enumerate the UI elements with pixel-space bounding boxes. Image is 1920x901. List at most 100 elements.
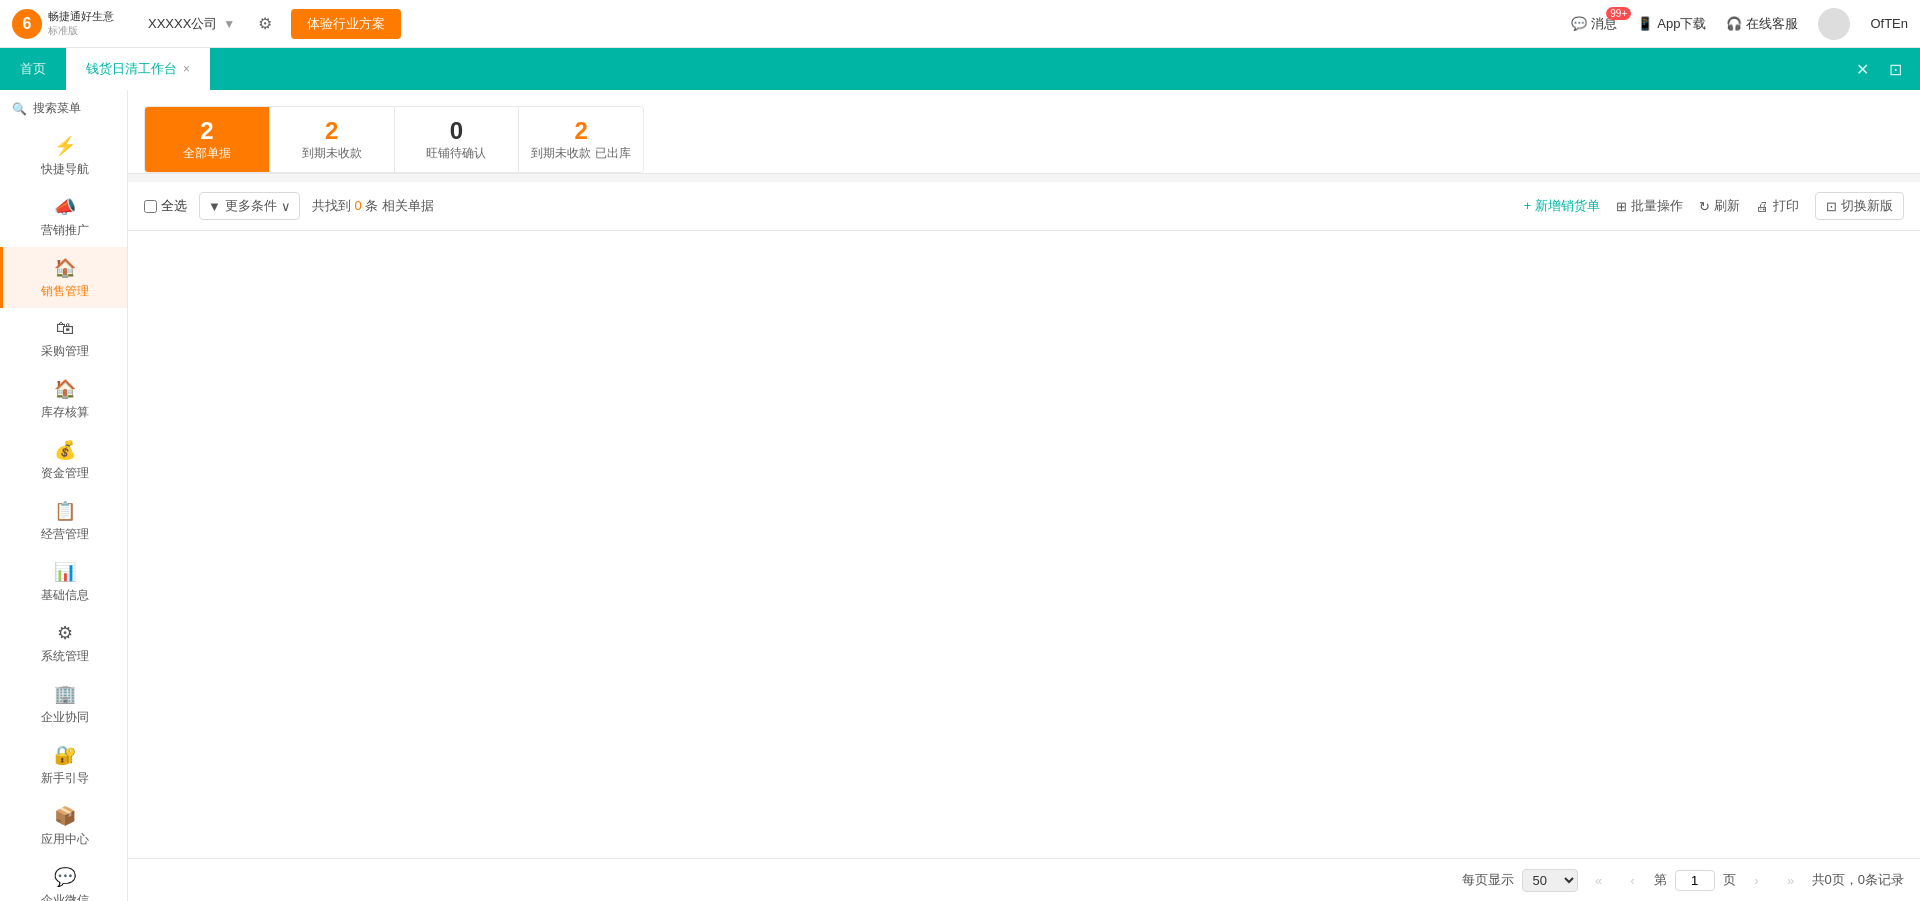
next-page-button[interactable]: › [1744, 867, 1770, 893]
next-page-icon: › [1754, 873, 1758, 888]
sidebar-item-system[interactable]: ⚙ 系统管理 [0, 612, 127, 673]
tab-dashboard[interactable]: 钱货日清工作台 × [66, 48, 210, 90]
toolbar-right: + 新增销货单 ⊞ 批量操作 ↻ 刷新 🖨 打印 ⊡ 切换新版 [1524, 192, 1904, 220]
filter-button[interactable]: ▼ 更多条件 ∨ [199, 192, 300, 220]
sidebar-item-basic[interactable]: 📊 基础信息 [0, 551, 127, 612]
select-all-checkbox[interactable]: 全选 [144, 197, 187, 215]
print-label: 打印 [1773, 197, 1799, 215]
sidebar-item-label: 系统管理 [41, 648, 89, 665]
sidebar-item-label: 资金管理 [41, 465, 89, 482]
add-sale-order-button[interactable]: + 新增销货单 [1524, 197, 1600, 215]
batch-label: 批量操作 [1631, 197, 1683, 215]
nav-tab-actions: ✕ ⊡ [1850, 60, 1920, 79]
count-unit: 条 [365, 198, 378, 213]
sidebar-item-label: 采购管理 [41, 343, 89, 360]
pagination: 每页显示 50 10 20 100 « ‹ 第 页 › » 共0页，0条记录 [128, 858, 1920, 901]
stat-label-pending: 旺铺待确认 [426, 146, 486, 160]
select-all-input[interactable] [144, 200, 157, 213]
print-button[interactable]: 🖨 打印 [1756, 197, 1799, 215]
service-icon: 🎧 [1726, 16, 1742, 31]
marketing-icon: 📣 [54, 196, 76, 218]
switch-icon: ⊡ [1826, 199, 1837, 214]
sidebar-item-operation[interactable]: 📋 经营管理 [0, 490, 127, 551]
message-icon: 💬 [1571, 16, 1587, 31]
sidebar-item-quick-nav[interactable]: ⚡ 快捷导航 [0, 125, 127, 186]
inventory-icon: 🏠 [54, 378, 76, 400]
page-size-select[interactable]: 50 10 20 100 [1522, 869, 1578, 892]
stat-label-all: 全部单据 [183, 146, 231, 160]
message-badge: 99+ [1606, 7, 1631, 20]
sidebar-item-appcenter[interactable]: 📦 应用中心 [0, 795, 127, 856]
filter-icon: ▼ [208, 199, 221, 214]
logo-sub: 标准版 [48, 24, 114, 38]
stat-tab-pending[interactable]: 0 旺铺待确认 [395, 107, 520, 172]
refresh-button[interactable]: ↻ 刷新 [1699, 197, 1740, 215]
switch-version-button[interactable]: ⊡ 切换新版 [1815, 192, 1904, 220]
sidebar-item-wechat[interactable]: 💬 企业微信 [0, 856, 127, 901]
sidebar-item-label: 快捷导航 [41, 161, 89, 178]
sidebar-item-marketing[interactable]: 📣 营销推广 [0, 186, 127, 247]
tab-close-icon[interactable]: × [183, 62, 190, 76]
window-close-icon[interactable]: ✕ [1850, 60, 1875, 79]
online-service-button[interactable]: 🎧 在线客服 [1726, 15, 1798, 33]
page-suffix: 页 [1723, 871, 1736, 889]
stat-tab-shipped[interactable]: 2 到期未收款 已出库 [519, 107, 643, 172]
first-page-icon: « [1595, 873, 1602, 888]
sidebar-item-finance[interactable]: 💰 资金管理 [0, 429, 127, 490]
sidebar-item-newbie[interactable]: 🔐 新手引导 [0, 734, 127, 795]
message-button[interactable]: 💬 消息 99+ [1571, 15, 1617, 33]
trial-button[interactable]: 体验行业方案 [291, 9, 401, 39]
sidebar-item-sales[interactable]: 🏠 销售管理 [0, 247, 127, 308]
avatar[interactable] [1818, 8, 1850, 40]
sidebar: 🔍 搜索菜单 ⚡ 快捷导航 📣 营销推广 🏠 销售管理 🛍 采购管理 🏠 库存核… [0, 90, 128, 901]
main-content: 2 全部单据 2 到期未收款 0 旺铺待确认 2 到期未收款 已出库 [128, 90, 1920, 901]
tab-home-label: 首页 [20, 60, 46, 78]
settings-button[interactable]: ⚙ [249, 8, 281, 40]
total-text: 共0页，0条记录 [1812, 871, 1904, 889]
stat-label-overdue: 到期未收款 [302, 146, 362, 160]
logo-area: 6 畅捷通好生意 标准版 [12, 9, 140, 39]
batch-icon: ⊞ [1616, 199, 1627, 214]
search-menu-label: 搜索菜单 [33, 100, 81, 117]
page-label: 第 [1654, 871, 1667, 889]
purchase-icon: 🛍 [56, 318, 74, 339]
prev-page-button[interactable]: ‹ [1620, 867, 1646, 893]
search-menu[interactable]: 🔍 搜索菜单 [0, 90, 127, 125]
nav-tabs: 首页 钱货日清工作台 × ✕ ⊡ [0, 48, 1920, 90]
company-selector[interactable]: XXXXX公司 ▼ [140, 11, 243, 37]
stat-num-shipped: 2 [527, 117, 635, 145]
sidebar-item-inventory[interactable]: 🏠 库存核算 [0, 368, 127, 429]
page-input[interactable] [1675, 870, 1715, 891]
gear-icon: ⚙ [258, 14, 272, 33]
tab-home[interactable]: 首页 [0, 48, 66, 90]
logo-text-group: 畅捷通好生意 标准版 [48, 9, 114, 37]
sidebar-item-purchase[interactable]: 🛍 采购管理 [0, 308, 127, 368]
app-download-label: App下载 [1657, 15, 1706, 33]
system-icon: ⚙ [57, 622, 73, 644]
count-num: 0 [355, 198, 362, 213]
avatar-name: OfTEn [1870, 16, 1908, 31]
chevron-down-icon: ▼ [223, 17, 235, 31]
finance-icon: 💰 [54, 439, 76, 461]
app-icon: 📱 [1637, 16, 1653, 31]
stat-tab-all[interactable]: 2 全部单据 [145, 107, 270, 172]
stat-tab-overdue[interactable]: 2 到期未收款 [270, 107, 395, 172]
enterprise-icon: 🏢 [54, 683, 76, 705]
window-expand-icon[interactable]: ⊡ [1883, 60, 1908, 79]
stat-num-pending: 0 [403, 117, 511, 145]
last-page-button[interactable]: » [1778, 867, 1804, 893]
sidebar-item-enterprise[interactable]: 🏢 企业协同 [0, 673, 127, 734]
first-page-button[interactable]: « [1586, 867, 1612, 893]
quick-nav-icon: ⚡ [54, 135, 76, 157]
header-right: 💬 消息 99+ 📱 App下载 🎧 在线客服 OfTEn [1571, 8, 1908, 40]
top-header: 6 畅捷通好生意 标准版 XXXXX公司 ▼ ⚙ 体验行业方案 💬 消息 99+… [0, 0, 1920, 48]
stats-tabs-container: 2 全部单据 2 到期未收款 0 旺铺待确认 2 到期未收款 已出库 [128, 90, 1920, 174]
sidebar-item-label: 企业微信 [41, 892, 89, 901]
main-layout: 🔍 搜索菜单 ⚡ 快捷导航 📣 营销推广 🏠 销售管理 🛍 采购管理 🏠 库存核… [0, 90, 1920, 901]
app-download-button[interactable]: 📱 App下载 [1637, 15, 1706, 33]
tab-dashboard-label: 钱货日清工作台 [86, 60, 177, 78]
table-area [128, 231, 1920, 858]
operation-icon: 📋 [54, 500, 76, 522]
count-prefix: 共找到 [312, 198, 351, 213]
batch-operation-button[interactable]: ⊞ 批量操作 [1616, 197, 1683, 215]
